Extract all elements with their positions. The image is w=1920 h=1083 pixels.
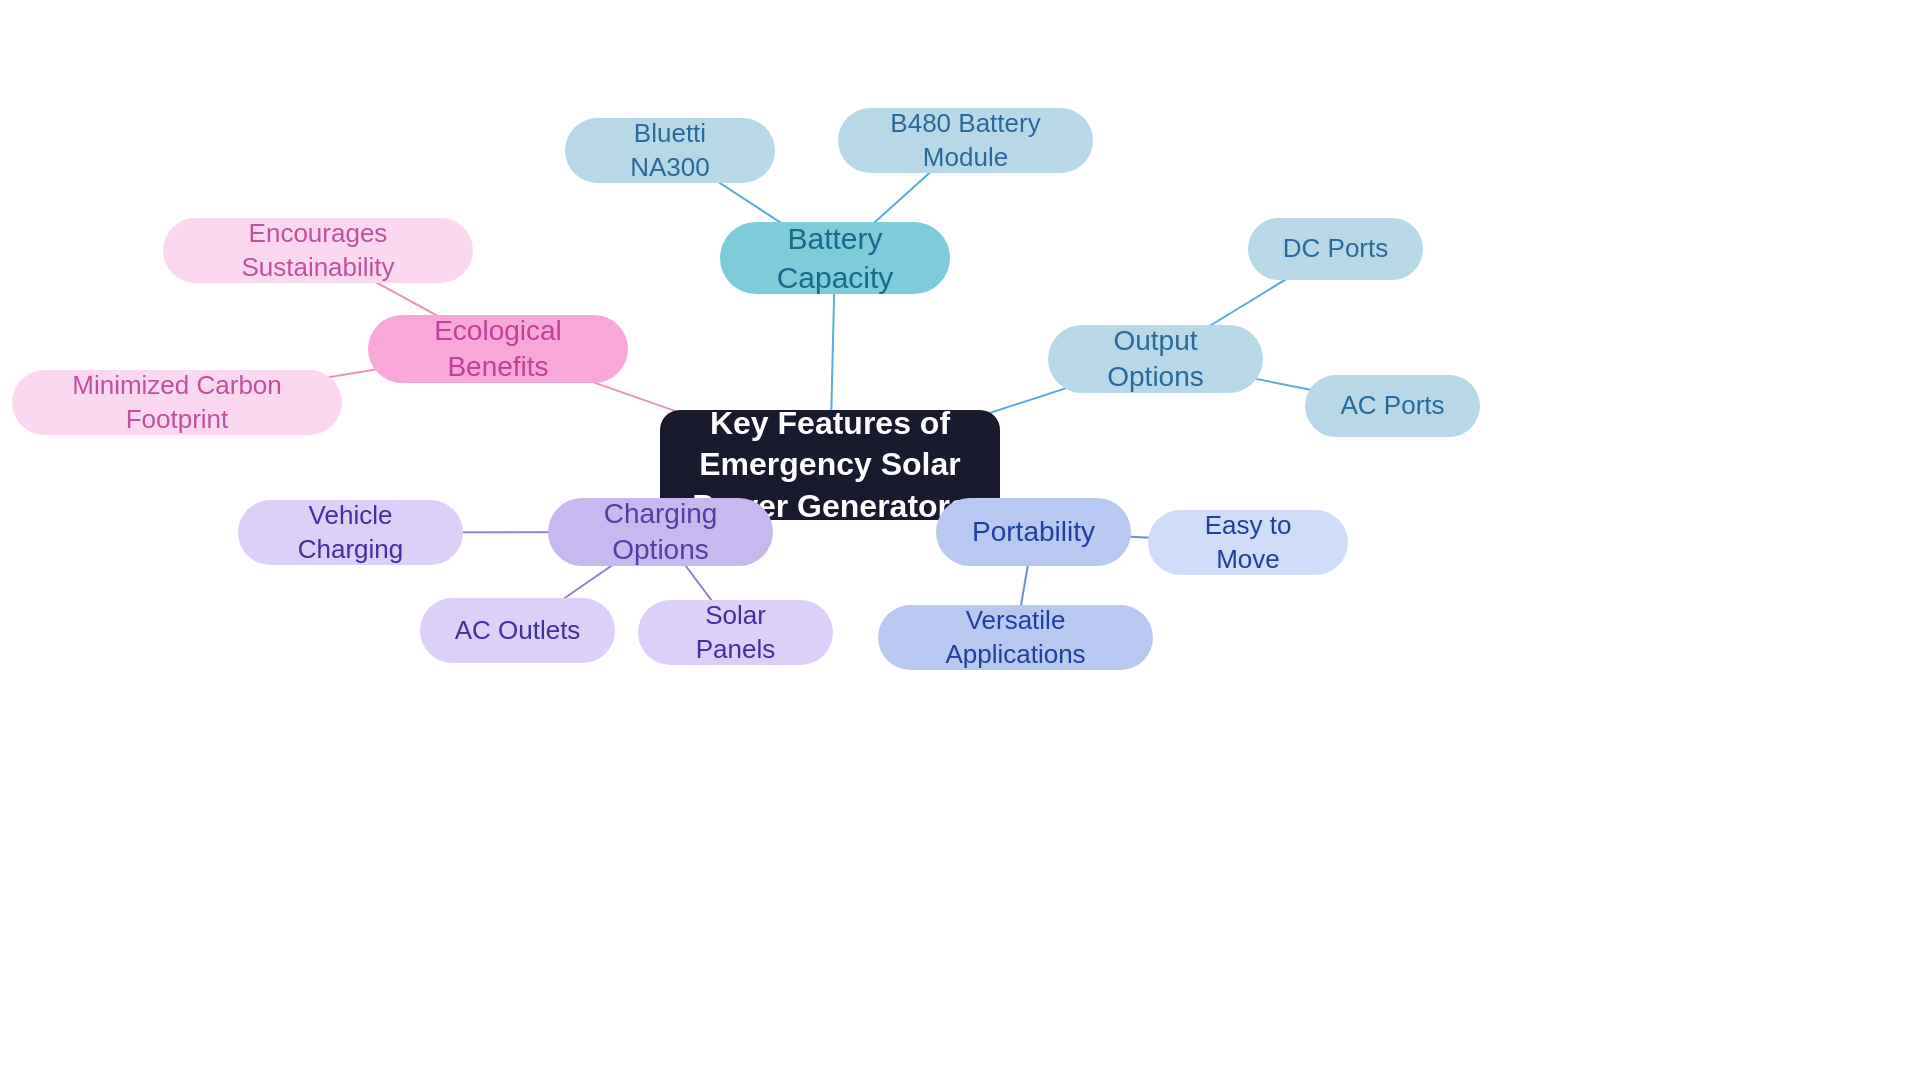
ecological-benefits-node: Ecological Benefits bbox=[368, 315, 628, 383]
charging-options-node: Charging Options bbox=[548, 498, 773, 566]
dc-ports-node: DC Ports bbox=[1248, 218, 1423, 280]
solar-panels-node: Solar Panels bbox=[638, 600, 833, 665]
ac-outlets-node: AC Outlets bbox=[420, 598, 615, 663]
b480-node: B480 Battery Module bbox=[838, 108, 1093, 173]
portability-node: Portability bbox=[936, 498, 1131, 566]
easy-to-move-node: Easy to Move bbox=[1148, 510, 1348, 575]
encourages-sustainability-node: Encourages Sustainability bbox=[163, 218, 473, 283]
minimized-carbon-node: Minimized Carbon Footprint bbox=[12, 370, 342, 435]
battery-capacity-node: Battery Capacity bbox=[720, 222, 950, 294]
bluetti-node: Bluetti NA300 bbox=[565, 118, 775, 183]
vehicle-charging-node: Vehicle Charging bbox=[238, 500, 463, 565]
versatile-applications-node: Versatile Applications bbox=[878, 605, 1153, 670]
ac-ports-node: AC Ports bbox=[1305, 375, 1480, 437]
output-options-node: Output Options bbox=[1048, 325, 1263, 393]
